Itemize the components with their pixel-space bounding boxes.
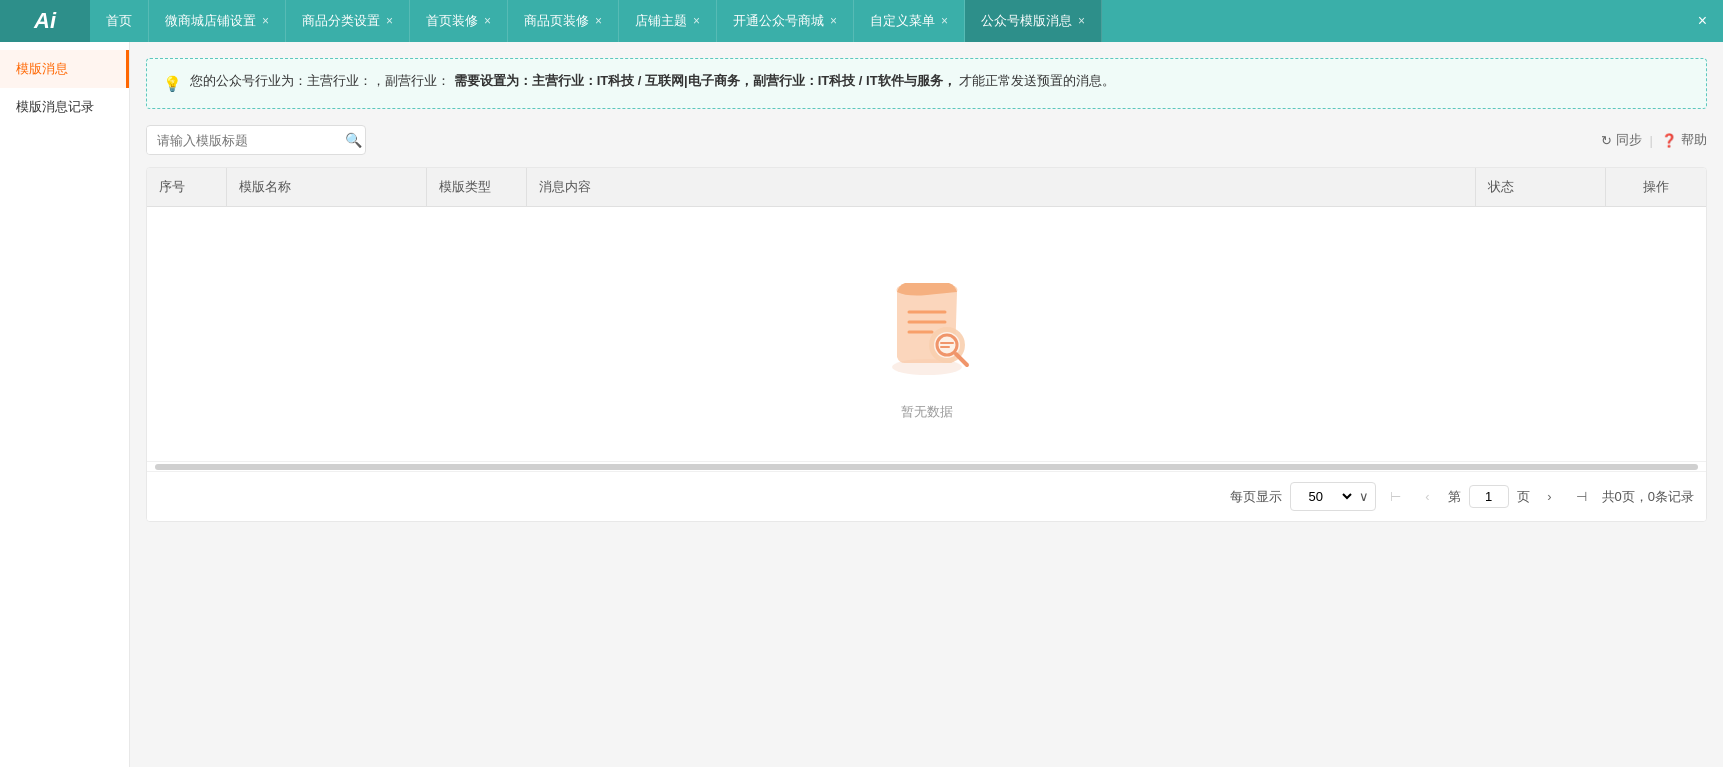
- tab-open-wechat-shop[interactable]: 开通公众号商城 ×: [717, 0, 854, 42]
- page-size-select-wrapper: 50 10 20 100 ∨: [1290, 482, 1376, 511]
- tab-label-open-wechat-shop: 开通公众号商城: [733, 12, 824, 30]
- page-size-chevron: ∨: [1359, 489, 1369, 504]
- page-label: 第: [1448, 488, 1461, 506]
- tab-shop-theme[interactable]: 店铺主题 ×: [619, 0, 717, 42]
- tab-category-settings[interactable]: 商品分类设置 ×: [286, 0, 410, 42]
- total-info: 共0页，0条记录: [1602, 488, 1694, 506]
- table-header: 序号 模版名称 模版类型 消息内容 状态 操作: [147, 168, 1706, 207]
- help-icon: ❓: [1661, 133, 1677, 148]
- scroll-area[interactable]: [147, 461, 1706, 471]
- tab-label-category-settings: 商品分类设置: [302, 12, 380, 30]
- tab-label-template-message: 公众号模版消息: [981, 12, 1072, 30]
- sync-icon: ↻: [1601, 133, 1612, 148]
- notice-text: 您的公众号行业为：主营行业：，副营行业： 需要设置为：主营行业：IT科技 / 互…: [190, 71, 1115, 92]
- page-prev-button[interactable]: ‹: [1416, 485, 1440, 509]
- tab-close-category-settings[interactable]: ×: [386, 14, 393, 28]
- logo: Ai: [0, 0, 90, 42]
- help-button[interactable]: ❓ 帮助: [1661, 131, 1707, 149]
- tab-close-shop-theme[interactable]: ×: [693, 14, 700, 28]
- tab-shop-settings[interactable]: 微商城店铺设置 ×: [149, 0, 286, 42]
- col-header-content: 消息内容: [527, 168, 1476, 206]
- tab-label-home: 首页: [106, 12, 132, 30]
- notice-banner: 💡 您的公众号行业为：主营行业：，副营行业： 需要设置为：主营行业：IT科技 /…: [146, 58, 1707, 109]
- sidebar-item-template-message[interactable]: 模版消息: [0, 50, 129, 88]
- page-size-label: 每页显示: [1230, 488, 1282, 506]
- toolbar-right: ↻ 同步 | ❓ 帮助: [1601, 131, 1707, 149]
- sidebar-item-template-message-log[interactable]: 模版消息记录: [0, 88, 129, 126]
- search-button[interactable]: 🔍: [335, 126, 366, 154]
- search-box: 🔍: [146, 125, 366, 155]
- tab-close-custom-menu[interactable]: ×: [941, 14, 948, 28]
- pagination: 每页显示 50 10 20 100 ∨ ⊢ ‹ 第 页 › ⊣ 共0页，0: [147, 471, 1706, 521]
- tab-custom-menu[interactable]: 自定义菜单 ×: [854, 0, 965, 42]
- tab-label-shop-settings: 微商城店铺设置: [165, 12, 256, 30]
- notice-icon: 💡: [163, 72, 182, 96]
- page-last-button[interactable]: ⊣: [1570, 485, 1594, 509]
- tab-home-decor[interactable]: 首页装修 ×: [410, 0, 508, 42]
- sync-button[interactable]: ↻ 同步: [1601, 131, 1642, 149]
- tab-template-message[interactable]: 公众号模版消息 ×: [965, 0, 1102, 42]
- page-next-button[interactable]: ›: [1538, 485, 1562, 509]
- tab-product-decor[interactable]: 商品页装修 ×: [508, 0, 619, 42]
- content-area: 💡 您的公众号行业为：主营行业：，副营行业： 需要设置为：主营行业：IT科技 /…: [130, 42, 1723, 767]
- top-nav: Ai 首页微商城店铺设置×商品分类设置×首页装修×商品页装修×店铺主题×开通公众…: [0, 0, 1723, 42]
- data-table: 序号 模版名称 模版类型 消息内容 状态 操作: [146, 167, 1707, 522]
- col-header-name: 模版名称: [227, 168, 427, 206]
- scroll-track[interactable]: [155, 464, 1698, 470]
- sidebar: 模版消息模版消息记录: [0, 42, 130, 767]
- tab-home[interactable]: 首页: [90, 0, 149, 42]
- tab-label-product-decor: 商品页装修: [524, 12, 589, 30]
- empty-state: 暂无数据: [147, 207, 1706, 461]
- col-header-seq: 序号: [147, 168, 227, 206]
- tab-label-shop-theme: 店铺主题: [635, 12, 687, 30]
- empty-icon: [867, 267, 987, 387]
- tab-label-custom-menu: 自定义菜单: [870, 12, 935, 30]
- tab-close-open-wechat-shop[interactable]: ×: [830, 14, 837, 28]
- tab-label-home-decor: 首页装修: [426, 12, 478, 30]
- main-layout: 模版消息模版消息记录 💡 您的公众号行业为：主营行业：，副营行业： 需要设置为：…: [0, 42, 1723, 767]
- page-size-select[interactable]: 50 10 20 100: [1297, 485, 1355, 508]
- page-number-input[interactable]: [1469, 485, 1509, 508]
- tab-close-shop-settings[interactable]: ×: [262, 14, 269, 28]
- col-header-status: 状态: [1476, 168, 1606, 206]
- toolbar-divider: |: [1650, 133, 1653, 148]
- global-close-button[interactable]: ×: [1682, 12, 1723, 30]
- tab-close-template-message[interactable]: ×: [1078, 14, 1085, 28]
- tab-close-product-decor[interactable]: ×: [595, 14, 602, 28]
- col-header-type: 模版类型: [427, 168, 527, 206]
- page-unit: 页: [1517, 488, 1530, 506]
- col-header-action: 操作: [1606, 168, 1706, 206]
- nav-tabs: 首页微商城店铺设置×商品分类设置×首页装修×商品页装修×店铺主题×开通公众号商城…: [90, 0, 1682, 42]
- toolbar: 🔍 ↻ 同步 | ❓ 帮助: [146, 125, 1707, 155]
- page-first-button[interactable]: ⊢: [1384, 485, 1408, 509]
- tab-close-home-decor[interactable]: ×: [484, 14, 491, 28]
- search-input[interactable]: [147, 127, 335, 154]
- empty-state-text: 暂无数据: [901, 403, 953, 421]
